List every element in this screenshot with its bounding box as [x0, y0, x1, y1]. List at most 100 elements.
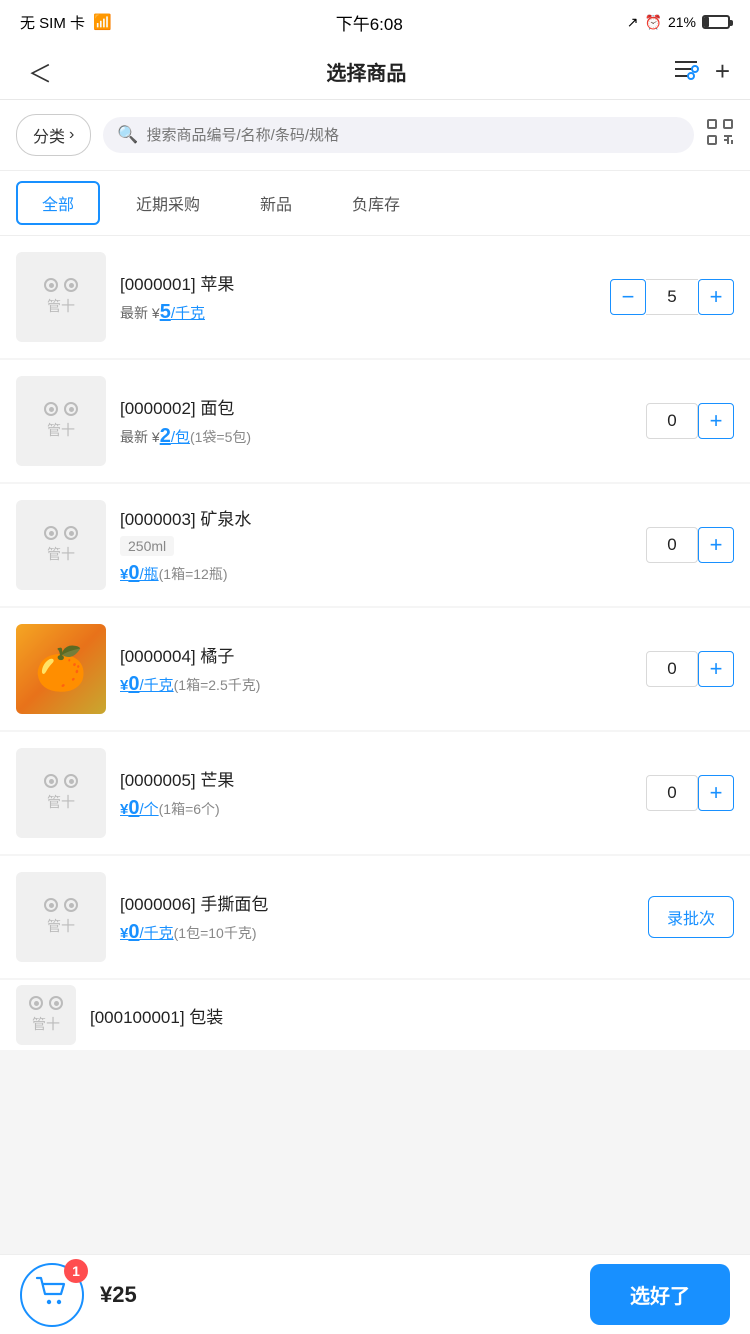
quantity-control-3: + — [646, 527, 734, 563]
price-extra-3: (1箱=12瓶) — [159, 566, 228, 582]
list-item: 管十 [0000001] 苹果 最新 ¥5/千克 − + — [0, 236, 750, 358]
quantity-input-1[interactable] — [646, 279, 698, 315]
product-info-3: [0000003] 矿泉水 250ml ¥0/瓶(1箱=12瓶) — [120, 505, 632, 585]
product-image-4: 🍊 — [16, 624, 106, 714]
nav-actions: + — [673, 56, 730, 87]
tab-new[interactable]: 新品 — [236, 181, 316, 225]
status-right: ↗ ⏰ 21% — [627, 14, 730, 31]
quantity-input-5[interactable] — [646, 775, 698, 811]
owl-eye-left — [44, 526, 58, 540]
price-value-3: 0 — [128, 562, 139, 584]
increase-button-2[interactable]: + — [698, 403, 734, 439]
product-price-5: ¥0/个(1箱=6个) — [120, 797, 632, 820]
owl-eye-right — [64, 402, 78, 416]
tab-recent[interactable]: 近期采购 — [112, 181, 224, 225]
price-unit-1: /千克 — [171, 305, 205, 322]
location-icon: ↗ — [627, 14, 639, 31]
owl-eye-right — [64, 774, 78, 788]
owl-eye-left — [44, 898, 58, 912]
price-extra-5: (1箱=6个) — [159, 801, 220, 817]
back-button[interactable]: ＜ — [20, 46, 60, 97]
price-unit-2: /包 — [171, 429, 190, 446]
search-box: 🔍 — [103, 117, 694, 153]
battery-percent: 21% — [668, 14, 696, 30]
total-price: ¥25 — [84, 1282, 590, 1308]
battery-fill — [704, 17, 709, 27]
price-value-4: 0 — [128, 673, 139, 695]
owl-eye-left — [29, 996, 43, 1010]
quantity-input-2[interactable] — [646, 403, 698, 439]
owl-eyes — [44, 526, 78, 540]
price-unit-5: /个 — [139, 801, 158, 818]
search-input[interactable] — [147, 127, 680, 144]
product-name-6: [0000006] 手撕面包 — [120, 890, 634, 915]
product-name-5: [0000005] 芒果 — [120, 766, 632, 791]
category-button[interactable]: 分类 › — [16, 114, 91, 156]
quantity-control-4: + — [646, 651, 734, 687]
list-item: 管十 [0000002] 面包 最新 ¥2/包(1袋=5包) + — [0, 360, 750, 482]
price-extra-2: (1袋=5包) — [190, 429, 251, 445]
owl-logo: 管十 — [44, 898, 78, 936]
decrease-button-1[interactable]: − — [610, 279, 646, 315]
add-icon[interactable]: + — [715, 56, 730, 87]
tab-negative[interactable]: 负库存 — [328, 181, 424, 225]
owl-logo: 管十 — [44, 526, 78, 564]
search-icon: 🔍 — [117, 125, 138, 145]
wifi-icon: 📶 — [93, 13, 112, 31]
list-item: 🍊 [0000004] 橘子 ¥0/千克(1箱=2.5千克) + — [0, 608, 750, 730]
increase-button-4[interactable]: + — [698, 651, 734, 687]
cart-button[interactable]: 1 — [20, 1263, 84, 1327]
list-item: 管十 [0000005] 芒果 ¥0/个(1箱=6个) + — [0, 732, 750, 854]
scan-icon[interactable] — [706, 118, 734, 152]
filter-bar: 分类 › 🔍 — [0, 100, 750, 171]
product-image-2: 管十 — [16, 376, 106, 466]
product-spec-3: 250ml — [120, 536, 174, 556]
product-info-5: [0000005] 芒果 ¥0/个(1箱=6个) — [120, 766, 632, 820]
owl-brand-text: 管十 — [47, 792, 75, 812]
price-value-6: 0 — [128, 921, 139, 943]
product-image-1: 管十 — [16, 252, 106, 342]
owl-eye-left — [44, 774, 58, 788]
product-image-6: 管十 — [16, 872, 106, 962]
increase-button-1[interactable]: + — [698, 279, 734, 315]
filter-icon[interactable] — [673, 58, 699, 86]
increase-button-3[interactable]: + — [698, 527, 734, 563]
owl-eye-right — [49, 996, 63, 1010]
status-left: 无 SIM 卡 📶 — [20, 12, 112, 33]
product-image-7: 管十 — [16, 985, 76, 1045]
cart-icon — [35, 1276, 69, 1313]
category-chevron: › — [69, 126, 74, 144]
quantity-input-4[interactable] — [646, 651, 698, 687]
owl-logo: 管十 — [44, 402, 78, 440]
owl-logo: 管十 — [44, 278, 78, 316]
owl-eye-right — [64, 526, 78, 540]
product-image-5: 管十 — [16, 748, 106, 838]
product-price-2: 最新 ¥2/包(1袋=5包) — [120, 425, 632, 448]
owl-logo: 管十 — [44, 774, 78, 812]
orange-emoji: 🍊 — [35, 645, 87, 694]
alarm-icon: ⏰ — [645, 14, 662, 31]
owl-brand-text: 管十 — [47, 296, 75, 316]
owl-eye-left — [44, 402, 58, 416]
owl-eye-right — [64, 898, 78, 912]
owl-eye-right — [64, 278, 78, 292]
list-item: 管十 [0000003] 矿泉水 250ml ¥0/瓶(1箱=12瓶) + — [0, 484, 750, 606]
increase-button-5[interactable]: + — [698, 775, 734, 811]
bottom-bar: 1 ¥25 选好了 — [0, 1254, 750, 1334]
quantity-input-3[interactable] — [646, 527, 698, 563]
list-item: 管十 [000100001] 包装 — [0, 980, 750, 1050]
owl-eyes — [44, 402, 78, 416]
carrier-label: 无 SIM 卡 — [20, 12, 85, 33]
product-name-2: [0000002] 面包 — [120, 394, 632, 419]
record-batch-button-6[interactable]: 录批次 — [648, 896, 734, 938]
product-name-3: [0000003] 矿泉水 — [120, 505, 632, 530]
confirm-button[interactable]: 选好了 — [590, 1264, 730, 1325]
product-price-4: ¥0/千克(1箱=2.5千克) — [120, 673, 632, 696]
battery-bar — [702, 15, 730, 29]
price-unit-4: /千克 — [139, 677, 173, 694]
product-name-4: [0000004] 橘子 — [120, 642, 632, 667]
quantity-control-5: + — [646, 775, 734, 811]
price-unit-3: /瓶 — [139, 566, 158, 583]
tab-all[interactable]: 全部 — [16, 181, 100, 225]
cart-badge: 1 — [64, 1259, 88, 1283]
